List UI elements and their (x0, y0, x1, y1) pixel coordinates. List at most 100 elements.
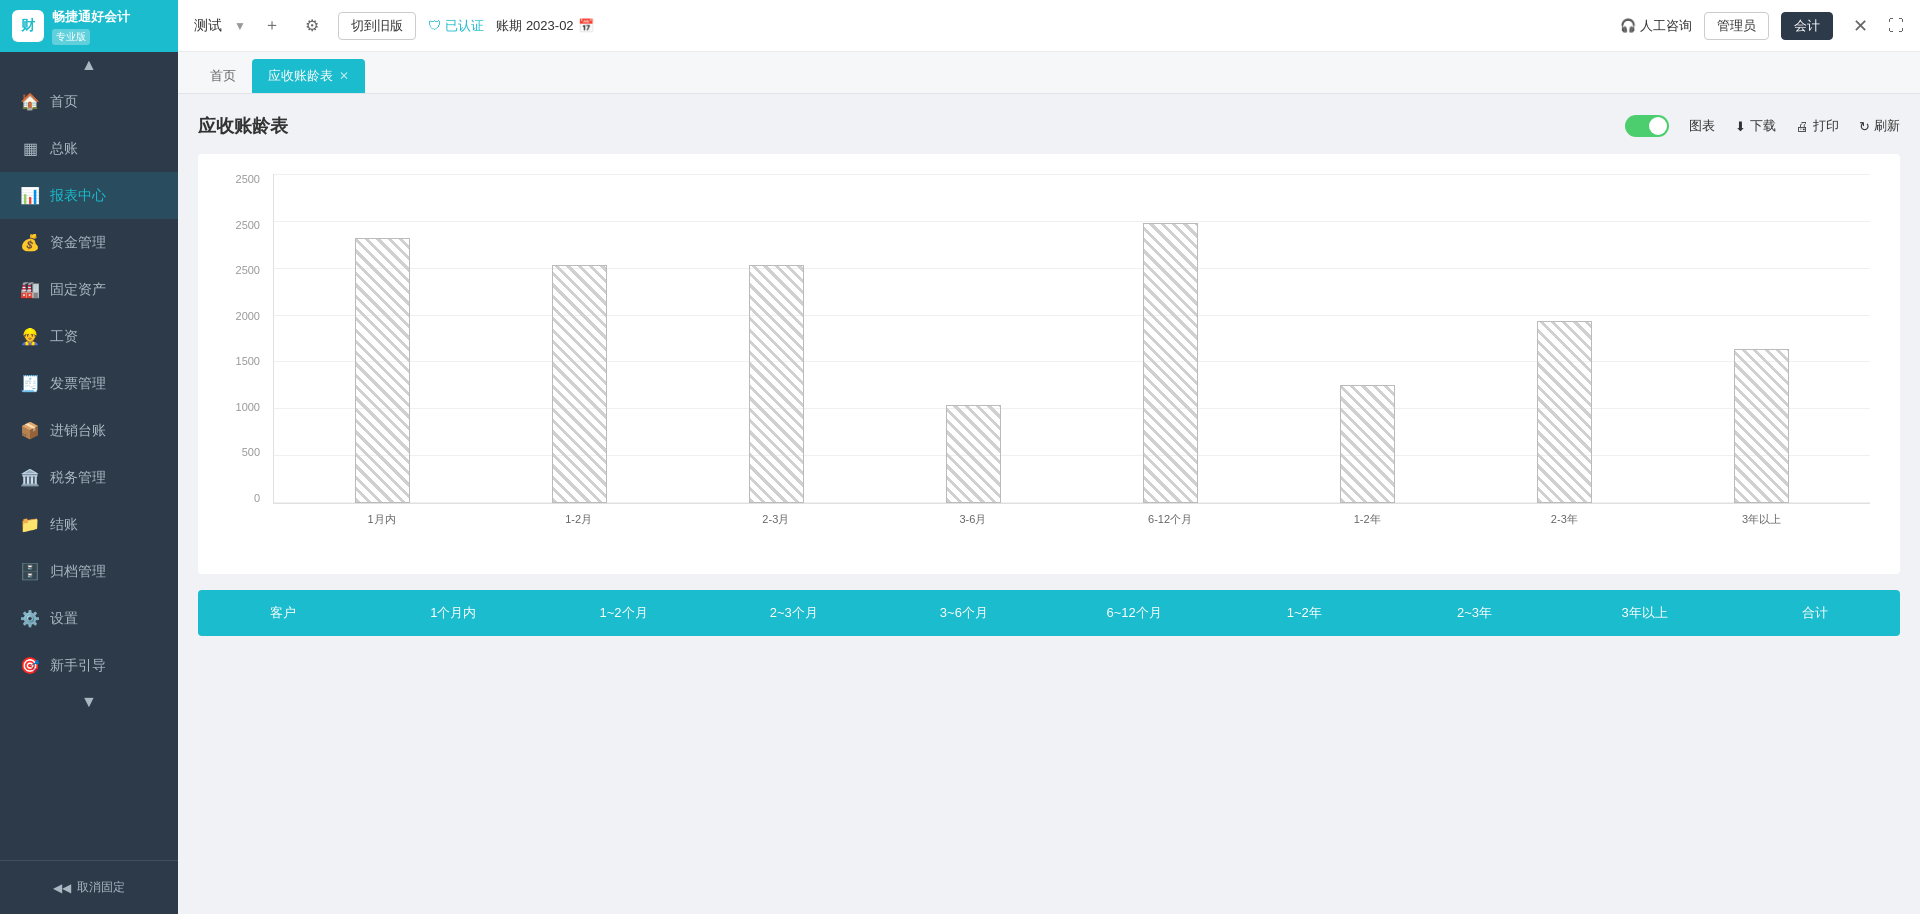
x-label-2-3month: 2-3月 (746, 512, 806, 527)
sidebar-item-fixed-assets[interactable]: 🏭 固定资产 (0, 266, 178, 313)
inventory-icon: 📦 (20, 421, 40, 440)
bar-2-3month (749, 265, 804, 503)
topbar-right: 🎧 人工咨询 管理员 会计 (1620, 12, 1833, 40)
sidebar-item-archive[interactable]: 🗄️ 归档管理 (0, 548, 178, 595)
sidebar-item-home[interactable]: 🏠 首页 (0, 78, 178, 125)
bar-6-12month (1143, 223, 1198, 503)
tab-aging-report[interactable]: 应收账龄表 ✕ (252, 59, 365, 93)
bar-1month (355, 238, 410, 503)
add-button[interactable]: ＋ (258, 12, 286, 40)
certified-badge: 🛡 已认证 (428, 17, 484, 35)
project-dropdown-icon[interactable]: ▼ (234, 19, 246, 33)
tab-home[interactable]: 首页 (194, 59, 252, 93)
certified-icon: 🛡 (428, 18, 441, 33)
main-area: 测试 ▼ ＋ ⚙ 切到旧版 🛡 已认证 账期 2023-02 📅 🎧 人工咨询 … (178, 0, 1920, 914)
expand-window-button[interactable]: ⛶ (1888, 17, 1904, 35)
refresh-icon: ↻ (1859, 119, 1870, 134)
tab-close-button[interactable]: ✕ (339, 69, 349, 83)
x-label-2-3year: 2-3年 (1534, 512, 1594, 527)
project-name: 测试 (194, 17, 222, 35)
y-label-1000: 1000 (236, 402, 260, 413)
print-button[interactable]: 🖨 打印 (1796, 117, 1839, 135)
settings-button[interactable]: ⚙ (298, 12, 326, 40)
sidebar-item-settings[interactable]: ⚙️ 设置 (0, 595, 178, 642)
th-3-6month: 3~6个月 (879, 590, 1049, 636)
sidebar-item-inventory[interactable]: 📦 进销台账 (0, 407, 178, 454)
accountant-button[interactable]: 会计 (1781, 12, 1833, 40)
download-button[interactable]: ⬇ 下载 (1735, 117, 1776, 135)
sidebar-item-label: 设置 (50, 610, 78, 628)
aging-table: 客户 1个月内 1~2个月 2~3个月 3~6个月 6~12个月 1~2年 2~… (198, 590, 1900, 636)
x-label-6-12month: 6-12个月 (1140, 512, 1200, 527)
bar-1-2month (552, 265, 607, 503)
sidebar-item-guide[interactable]: 🎯 新手引导 (0, 642, 178, 689)
report-actions: 图表 ⬇ 下载 🖨 打印 ↻ 刷新 (1625, 115, 1900, 137)
pin-icon: ◀◀ (53, 881, 71, 895)
sidebar-item-invoice[interactable]: 🧾 发票管理 (0, 360, 178, 407)
th-1-2month: 1~2个月 (538, 590, 708, 636)
report-title: 应收账龄表 (198, 114, 1625, 138)
print-icon: 🖨 (1796, 119, 1809, 134)
th-total: 合计 (1730, 590, 1900, 636)
sidebar-item-funds[interactable]: 💰 资金管理 (0, 219, 178, 266)
consult-button[interactable]: 🎧 人工咨询 (1620, 17, 1692, 35)
app-logo-icon: 财 (12, 10, 44, 42)
x-label-3plus: 3年以上 (1731, 512, 1791, 527)
bar-1-2year (1340, 385, 1395, 503)
reports-icon: 📊 (20, 186, 40, 205)
tabbar: 首页 应收账龄表 ✕ (178, 52, 1920, 94)
scroll-down-arrow[interactable]: ▼ (0, 689, 178, 715)
y-label-500: 500 (242, 447, 260, 458)
sidebar-item-label: 工资 (50, 328, 78, 346)
chart-toggle[interactable] (1625, 115, 1669, 137)
sidebar-item-label: 进销台账 (50, 422, 106, 440)
close-period-icon: 📁 (20, 515, 40, 534)
sidebar-item-tax[interactable]: 🏛️ 税务管理 (0, 454, 178, 501)
sidebar-item-label: 结账 (50, 516, 78, 534)
refresh-button[interactable]: ↻ 刷新 (1859, 117, 1900, 135)
y-label-2000: 2000 (236, 311, 260, 322)
th-3plus: 3年以上 (1560, 590, 1730, 636)
sidebar-item-label: 发票管理 (50, 375, 106, 393)
app-logo-text: 畅捷通好会计 专业版 (52, 8, 130, 45)
manager-button[interactable]: 管理员 (1704, 12, 1769, 40)
sidebar-item-label: 归档管理 (50, 563, 106, 581)
chart-toggle-label: 图表 (1689, 117, 1715, 135)
fixed-assets-icon: 🏭 (20, 280, 40, 299)
close-window-button[interactable]: ✕ (1845, 15, 1876, 37)
calendar-icon[interactable]: 📅 (578, 18, 594, 33)
th-1-2year: 1~2年 (1219, 590, 1389, 636)
download-icon: ⬇ (1735, 119, 1746, 134)
bar-3plus-year (1734, 349, 1789, 503)
th-6-12month: 6~12个月 (1049, 590, 1219, 636)
tab-aging-label: 应收账龄表 (268, 67, 333, 85)
x-label-1-2month: 1-2月 (549, 512, 609, 527)
sidebar-item-label: 税务管理 (50, 469, 106, 487)
y-label-2500b: 2500 (236, 220, 260, 231)
home-icon: 🏠 (20, 92, 40, 111)
sidebar-item-reports[interactable]: 📊 报表中心 (0, 172, 178, 219)
th-customer: 客户 (198, 590, 368, 636)
archive-icon: 🗄️ (20, 562, 40, 581)
sidebar-item-label: 首页 (50, 93, 78, 111)
sidebar-item-ledger[interactable]: ▦ 总账 (0, 125, 178, 172)
bar-2-3year (1537, 321, 1592, 503)
page-content: 应收账龄表 图表 ⬇ 下载 🖨 打印 ↻ 刷新 (178, 94, 1920, 914)
ledger-icon: ▦ (20, 139, 40, 158)
th-1month: 1个月内 (368, 590, 538, 636)
settings-icon: ⚙️ (20, 609, 40, 628)
scroll-up-arrow[interactable]: ▲ (0, 52, 178, 78)
sidebar-item-label: 报表中心 (50, 187, 106, 205)
sidebar-logo: 财 畅捷通好会计 专业版 (0, 0, 178, 52)
tab-home-label: 首页 (210, 67, 236, 85)
sidebar-item-salary[interactable]: 👷 工资 (0, 313, 178, 360)
sidebar-item-close-period[interactable]: 📁 结账 (0, 501, 178, 548)
guide-icon: 🎯 (20, 656, 40, 675)
switch-old-version-button[interactable]: 切到旧版 (338, 12, 416, 40)
headset-icon: 🎧 (1620, 18, 1636, 33)
x-label-3-6month: 3-6月 (943, 512, 1003, 527)
period-display: 账期 2023-02 📅 (496, 17, 594, 35)
sidebar-item-label: 新手引导 (50, 657, 106, 675)
sidebar-item-label: 固定资产 (50, 281, 106, 299)
unpin-sidebar-button[interactable]: ◀◀ 取消固定 (0, 871, 178, 904)
